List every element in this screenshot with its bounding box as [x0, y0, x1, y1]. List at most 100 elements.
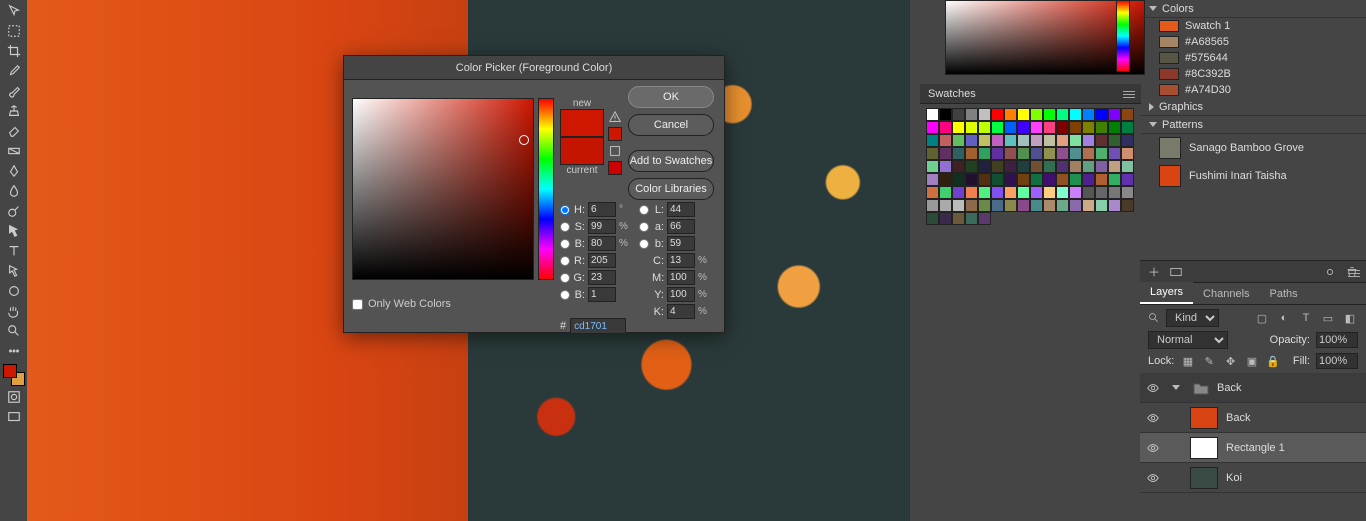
swatch-cell[interactable]: [1043, 121, 1056, 134]
ok-button[interactable]: OK: [628, 86, 714, 108]
blend-mode-select[interactable]: Normal: [1148, 331, 1228, 349]
swatch-cell[interactable]: [1082, 199, 1095, 212]
gamut-warning-icon[interactable]: [608, 110, 622, 124]
swatch-cell[interactable]: [978, 199, 991, 212]
swatch-cell[interactable]: [952, 186, 965, 199]
swatch-cell[interactable]: [1043, 147, 1056, 160]
filter-kind-select[interactable]: Kind: [1166, 309, 1219, 327]
pattern-item[interactable]: Fushimi Inari Taisha: [1141, 162, 1366, 190]
swatch-cell[interactable]: [1069, 186, 1082, 199]
swatch-cell[interactable]: [978, 212, 991, 225]
swatch-cell[interactable]: [1004, 108, 1017, 121]
lock-all-icon[interactable]: 🔒: [1266, 353, 1281, 369]
field-input-C[interactable]: [667, 253, 695, 268]
visibility-eye-icon[interactable]: [1146, 381, 1160, 395]
swatch-cell[interactable]: [1043, 108, 1056, 121]
swatch-cell[interactable]: [1095, 186, 1108, 199]
websafe-warning-icon[interactable]: [608, 144, 622, 158]
swatch-cell[interactable]: [939, 108, 952, 121]
swatch-cell[interactable]: [939, 121, 952, 134]
swatch-cell[interactable]: [965, 134, 978, 147]
swatch-cell[interactable]: [952, 108, 965, 121]
swatch-cell[interactable]: [965, 173, 978, 186]
swatch-cell[interactable]: [926, 134, 939, 147]
eyedropper-tool[interactable]: [3, 62, 25, 80]
swatch-cell[interactable]: [991, 147, 1004, 160]
patterns-accordion[interactable]: Patterns: [1141, 116, 1366, 134]
swatch-cell[interactable]: [1082, 186, 1095, 199]
swatch-cell[interactable]: [939, 147, 952, 160]
swatch-cell[interactable]: [1095, 173, 1108, 186]
path-select-tool[interactable]: [3, 222, 25, 240]
filter-pixel-icon[interactable]: ▢: [1254, 310, 1270, 326]
swatch-item[interactable]: #8C392B: [1141, 66, 1366, 82]
swatch-cell[interactable]: [952, 121, 965, 134]
visibility-eye-icon[interactable]: [1146, 441, 1160, 455]
swatch-cell[interactable]: [1056, 121, 1069, 134]
swatch-cell[interactable]: [965, 186, 978, 199]
field-input-K[interactable]: [667, 304, 695, 319]
swatch-cell[interactable]: [1030, 121, 1043, 134]
opacity-input[interactable]: [1316, 332, 1358, 348]
add-to-swatches-button[interactable]: Add to Swatches: [628, 150, 714, 172]
swatch-cell[interactable]: [1108, 186, 1121, 199]
swatch-cell[interactable]: [965, 147, 978, 160]
swatch-cell[interactable]: [991, 134, 1004, 147]
swatch-cell[interactable]: [965, 108, 978, 121]
mode-radio-b[interactable]: [639, 239, 649, 249]
swatch-cell[interactable]: [978, 121, 991, 134]
swatch-cell[interactable]: [1108, 160, 1121, 173]
quickmask-tool[interactable]: [3, 388, 25, 406]
swatch-cell[interactable]: [1121, 160, 1134, 173]
field-input-S[interactable]: [588, 219, 616, 234]
swatch-cell[interactable]: [1108, 199, 1121, 212]
swatch-cell[interactable]: [1030, 160, 1043, 173]
swatch-cell[interactable]: [991, 108, 1004, 121]
dodge-tool[interactable]: [3, 202, 25, 220]
hex-input[interactable]: [570, 318, 626, 334]
field-input-M[interactable]: [667, 270, 695, 285]
swatch-item[interactable]: #A68565: [1141, 34, 1366, 50]
swatch-cell[interactable]: [991, 199, 1004, 212]
mode-radio-L[interactable]: [639, 205, 649, 215]
field-input-Y[interactable]: [667, 287, 695, 302]
swatch-cell[interactable]: [952, 173, 965, 186]
swatch-cell[interactable]: [1095, 147, 1108, 160]
field-input-b[interactable]: [667, 236, 695, 251]
swatch-cell[interactable]: [1121, 121, 1134, 134]
swatch-cell[interactable]: [1108, 121, 1121, 134]
color-libraries-button[interactable]: Color Libraries: [628, 178, 714, 200]
swatch-cell[interactable]: [926, 121, 939, 134]
swatch-item[interactable]: #A74D30: [1141, 82, 1366, 98]
add-layer-icon[interactable]: [1146, 264, 1162, 280]
swatch-cell[interactable]: [1030, 199, 1043, 212]
swatch-cell[interactable]: [965, 121, 978, 134]
field-input-G[interactable]: [588, 270, 616, 285]
swatch-cell[interactable]: [1017, 134, 1030, 147]
swatch-cell[interactable]: [926, 186, 939, 199]
swatch-cell[interactable]: [1043, 134, 1056, 147]
swatch-cell[interactable]: [991, 160, 1004, 173]
swatch-cell[interactable]: [952, 160, 965, 173]
swatch-cell[interactable]: [1069, 121, 1082, 134]
swatch-cell[interactable]: [1069, 134, 1082, 147]
filter-smart-icon[interactable]: ◧: [1342, 310, 1358, 326]
mode-radio-R[interactable]: [560, 256, 570, 266]
swatch-cell[interactable]: [952, 147, 965, 160]
saturation-brightness-field[interactable]: [352, 98, 534, 280]
swatch-cell[interactable]: [1017, 108, 1030, 121]
swatch-cell[interactable]: [939, 199, 952, 212]
graphics-accordion[interactable]: Graphics: [1141, 98, 1366, 116]
swatch-cell[interactable]: [1030, 134, 1043, 147]
pattern-item[interactable]: Sanago Bamboo Grove: [1141, 134, 1366, 162]
shape-tool[interactable]: [3, 282, 25, 300]
mode-radio-B[interactable]: [560, 290, 570, 300]
swatch-cell[interactable]: [1121, 134, 1134, 147]
swatch-cell[interactable]: [1121, 147, 1134, 160]
swatch-cell[interactable]: [1095, 199, 1108, 212]
swatch-cell[interactable]: [965, 212, 978, 225]
swatch-cell[interactable]: [1082, 160, 1095, 173]
swatch-cell[interactable]: [1082, 147, 1095, 160]
swatch-cell[interactable]: [991, 186, 1004, 199]
swatch-cell[interactable]: [991, 173, 1004, 186]
